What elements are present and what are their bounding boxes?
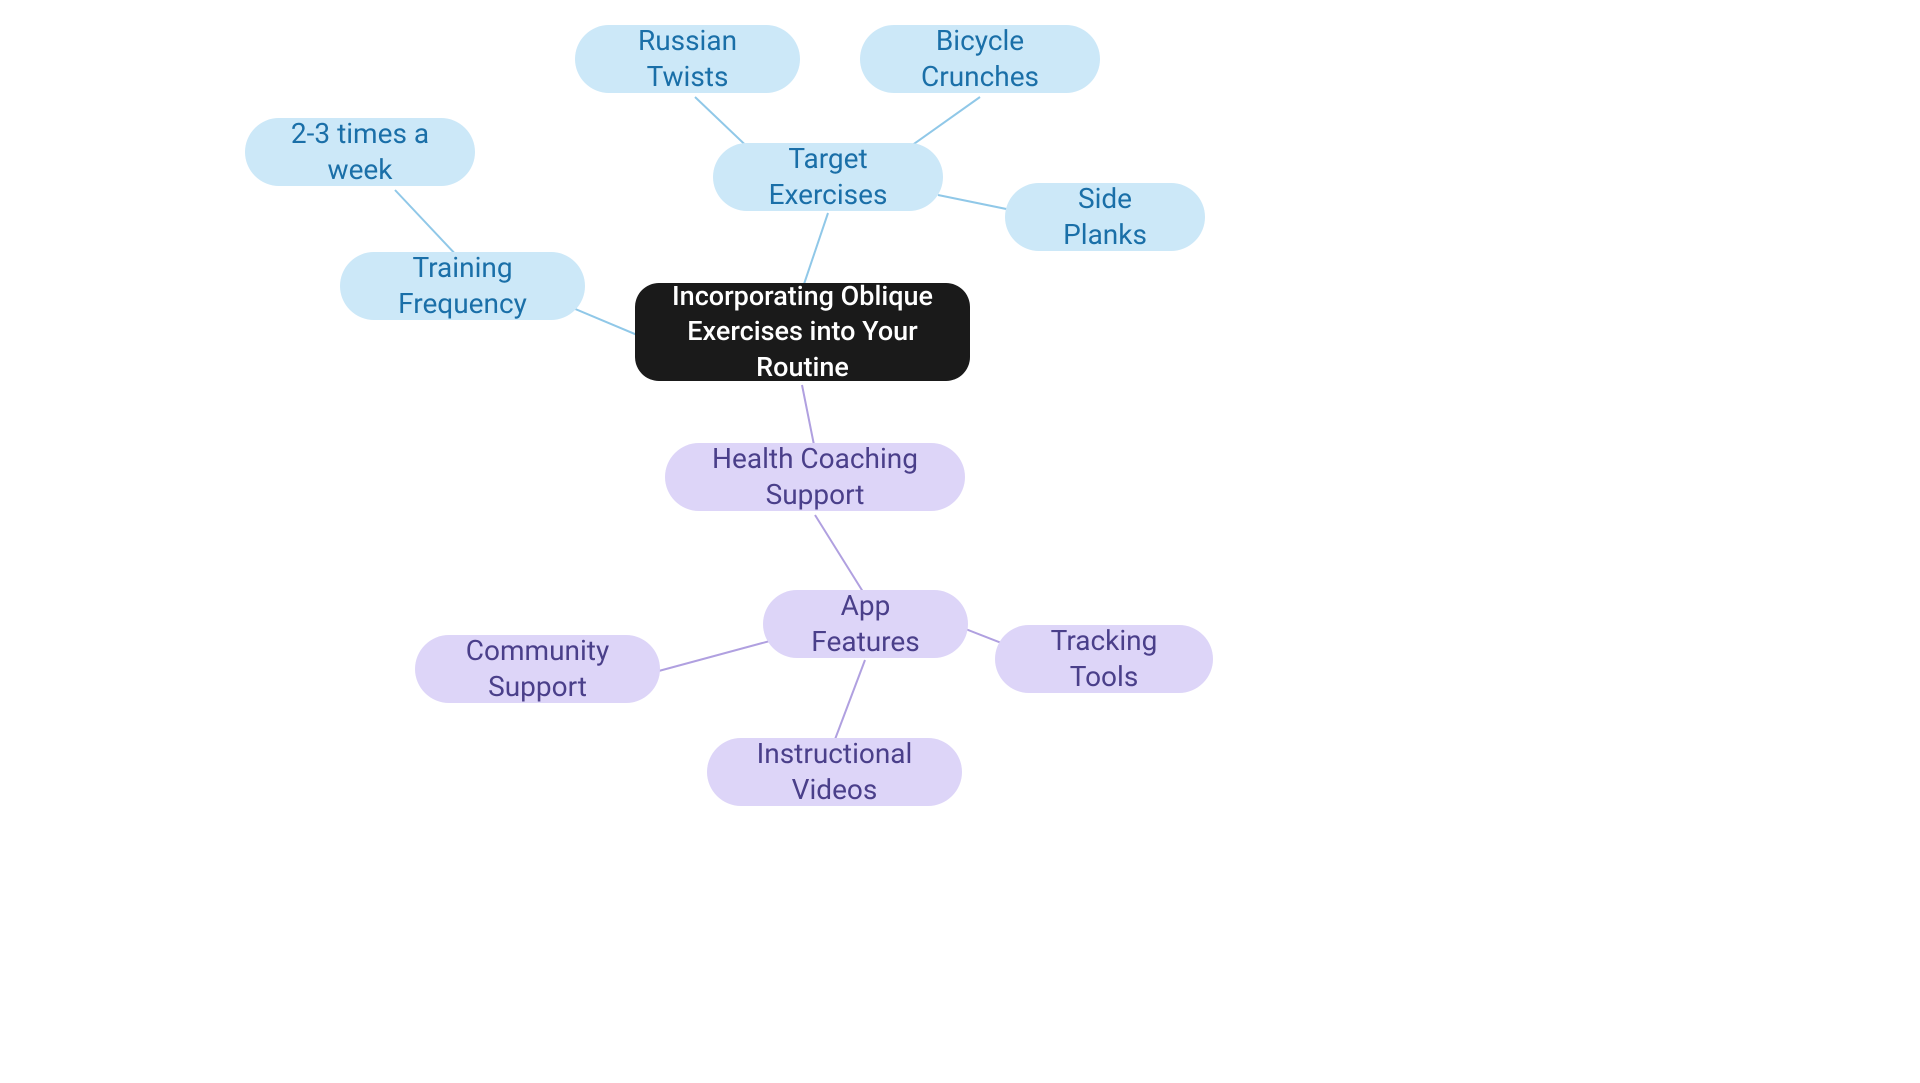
training-frequency-node: Training Frequency [340, 252, 585, 320]
center-node: Incorporating ObliqueExercises into Your… [635, 283, 970, 381]
app-features-node: App Features [763, 590, 968, 658]
instructional-videos-node: Instructional Videos [707, 738, 962, 806]
bicycle-crunches-node: Bicycle Crunches [860, 25, 1100, 93]
health-coaching-node: Health Coaching Support [665, 443, 965, 511]
target-exercises-node: Target Exercises [713, 143, 943, 211]
russian-twists-node: Russian Twists [575, 25, 800, 93]
community-support-node: Community Support [415, 635, 660, 703]
side-planks-node: Side Planks [1005, 183, 1205, 251]
tracking-tools-node: Tracking Tools [995, 625, 1213, 693]
twice-week-node: 2-3 times a week [245, 118, 475, 186]
